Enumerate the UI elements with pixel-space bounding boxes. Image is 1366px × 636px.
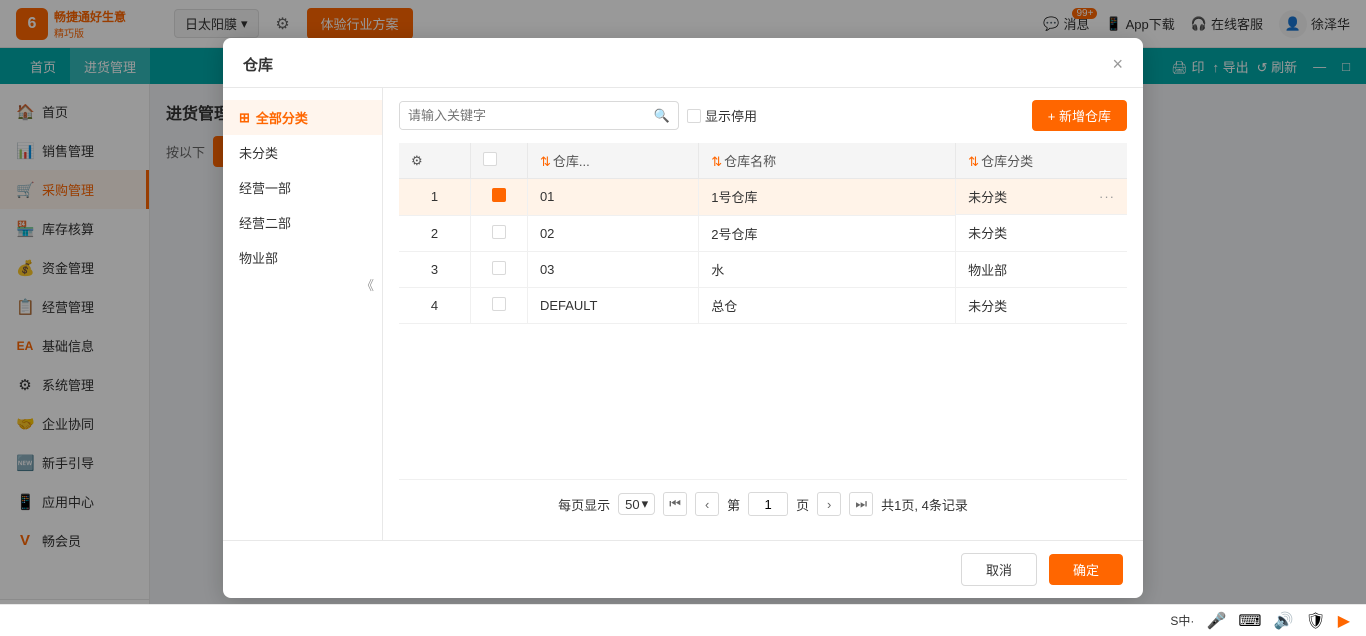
table-row[interactable]: 4 DEFAULT 总仓 未分类 (399, 287, 1127, 323)
row-num: 2 (399, 215, 470, 251)
row-name: 2号仓库 (699, 215, 956, 251)
sort-icon-name: ⇅ (711, 154, 722, 169)
modal-search-bar: 🔍 显示停用 + 新增仓库 (399, 100, 1127, 131)
modal-title: 仓库 (243, 54, 273, 75)
row-checkbox[interactable] (492, 188, 506, 202)
left-collapse-button[interactable]: 《 (223, 275, 382, 302)
prev-page-button[interactable]: ‹ (695, 492, 719, 516)
first-page-button[interactable]: ⏮ (663, 492, 687, 516)
sort-icon: ⇅ (540, 154, 551, 169)
next-page-button[interactable]: › (817, 492, 841, 516)
header-checkbox[interactable] (483, 152, 497, 166)
cancel-button[interactable]: 取消 (961, 553, 1037, 586)
page-label-after: 页 (796, 495, 809, 514)
row-code: DEFAULT (527, 287, 698, 323)
category-unclassified-label: 未分类 (239, 143, 278, 162)
page-label-before: 第 (727, 495, 740, 514)
gear-icon: ⚙ (411, 153, 423, 168)
row-code: 01 (527, 179, 698, 216)
row-actions[interactable]: ··· (1099, 189, 1115, 204)
ime-indicator: S中· (1170, 612, 1194, 629)
play-icon[interactable]: ▶ (1338, 611, 1350, 631)
confirm-button[interactable]: 确定 (1049, 554, 1123, 585)
search-icon[interactable]: 🔍 (646, 108, 678, 124)
warehouse-modal: 仓库 × ⊞ 全部分类 未分类 经营一部 经营二部 (223, 38, 1143, 598)
category-ops2-label: 经营二部 (239, 213, 291, 232)
search-input[interactable] (400, 102, 646, 129)
modal-body: ⊞ 全部分类 未分类 经营一部 经营二部 物业部 《 (223, 88, 1143, 540)
shield-icon[interactable]: 🛡 (1305, 611, 1325, 631)
category-ops1[interactable]: 经营一部 (223, 170, 382, 205)
row-checkbox[interactable] (492, 261, 506, 275)
total-records-label: 共1页, 4条记录 (881, 495, 968, 514)
table-row[interactable]: 3 03 水 物业部 (399, 251, 1127, 287)
row-num: 4 (399, 287, 470, 323)
show-disabled-toggle[interactable]: 显示停用 (687, 106, 757, 125)
category-ops1-label: 经营一部 (239, 178, 291, 197)
modal-footer: 取消 确定 (223, 540, 1143, 598)
row-num: 1 (399, 179, 470, 216)
category-all[interactable]: ⊞ 全部分类 (223, 100, 382, 135)
row-checkbox-cell (470, 287, 527, 323)
row-checkbox-cell (470, 251, 527, 287)
row-category: 物业部 (956, 251, 1127, 287)
add-warehouse-button[interactable]: + 新增仓库 (1032, 100, 1127, 131)
row-name: 1号仓库 (699, 179, 956, 216)
th-checkbox (470, 143, 527, 179)
show-disabled-checkbox[interactable] (687, 109, 701, 123)
volume-icon[interactable]: 🔊 (1273, 611, 1293, 631)
row-checkbox[interactable] (492, 225, 506, 239)
row-name: 水 (699, 251, 956, 287)
modal-right-panel: 🔍 显示停用 + 新增仓库 ⚙ (383, 88, 1143, 540)
table-row[interactable]: 1 01 1号仓库 未分类 ··· (399, 179, 1127, 216)
row-checkbox[interactable] (492, 297, 506, 311)
row-checkbox-cell (470, 215, 527, 251)
grid-icon: ⊞ (239, 110, 250, 126)
search-input-wrap: 🔍 (399, 101, 679, 130)
row-category: 未分类 (956, 215, 1127, 251)
category-property-label: 物业部 (239, 248, 278, 267)
table-row[interactable]: 2 02 2号仓库 未分类 (399, 215, 1127, 251)
keyboard-icon[interactable]: ⌨ (1238, 611, 1261, 631)
per-page-select[interactable]: 50 ▾ (618, 493, 655, 515)
chevron-down-icon: ▾ (642, 496, 649, 512)
row-num: 3 (399, 251, 470, 287)
modal-header: 仓库 × (223, 38, 1143, 88)
warehouse-table: ⚙ ⇅仓库... ⇅仓库名称 (399, 143, 1127, 324)
per-page-label: 每页显示 (558, 495, 610, 514)
mic-icon[interactable]: 🎤 (1206, 611, 1226, 631)
row-name: 总仓 (699, 287, 956, 323)
page-number-input[interactable] (748, 492, 788, 516)
pagination: 每页显示 50 ▾ ⏮ ‹ 第 页 › ⏭ 共1页, 4条记录 (399, 479, 1127, 528)
row-category: 未分类 (956, 287, 1127, 323)
bottom-bar: S中· 🎤 ⌨ 🔊 🛡 ▶ (0, 604, 1366, 636)
category-ops2[interactable]: 经营二部 (223, 205, 382, 240)
category-property[interactable]: 物业部 (223, 240, 382, 275)
th-category[interactable]: ⇅仓库分类 (956, 143, 1127, 179)
row-category: 未分类 ··· (956, 179, 1127, 215)
table-body: 1 01 1号仓库 未分类 ··· 2 (399, 179, 1127, 324)
last-page-button[interactable]: ⏭ (849, 492, 873, 516)
category-unclassified[interactable]: 未分类 (223, 135, 382, 170)
modal-overlay[interactable]: 仓库 × ⊞ 全部分类 未分类 经营一部 经营二部 (0, 0, 1366, 636)
row-code: 02 (527, 215, 698, 251)
modal-close-button[interactable]: × (1112, 54, 1123, 75)
modal-left-panel: ⊞ 全部分类 未分类 经营一部 经营二部 物业部 《 (223, 88, 383, 540)
row-checkbox-cell (470, 179, 527, 216)
th-name[interactable]: ⇅仓库名称 (699, 143, 956, 179)
th-settings: ⚙ (399, 143, 470, 179)
category-all-label: 全部分类 (256, 108, 308, 127)
row-code: 03 (527, 251, 698, 287)
sort-icon-cat: ⇅ (968, 154, 979, 169)
table-header-row: ⚙ ⇅仓库... ⇅仓库名称 (399, 143, 1127, 179)
table-header: ⚙ ⇅仓库... ⇅仓库名称 (399, 143, 1127, 179)
th-code[interactable]: ⇅仓库... (527, 143, 698, 179)
